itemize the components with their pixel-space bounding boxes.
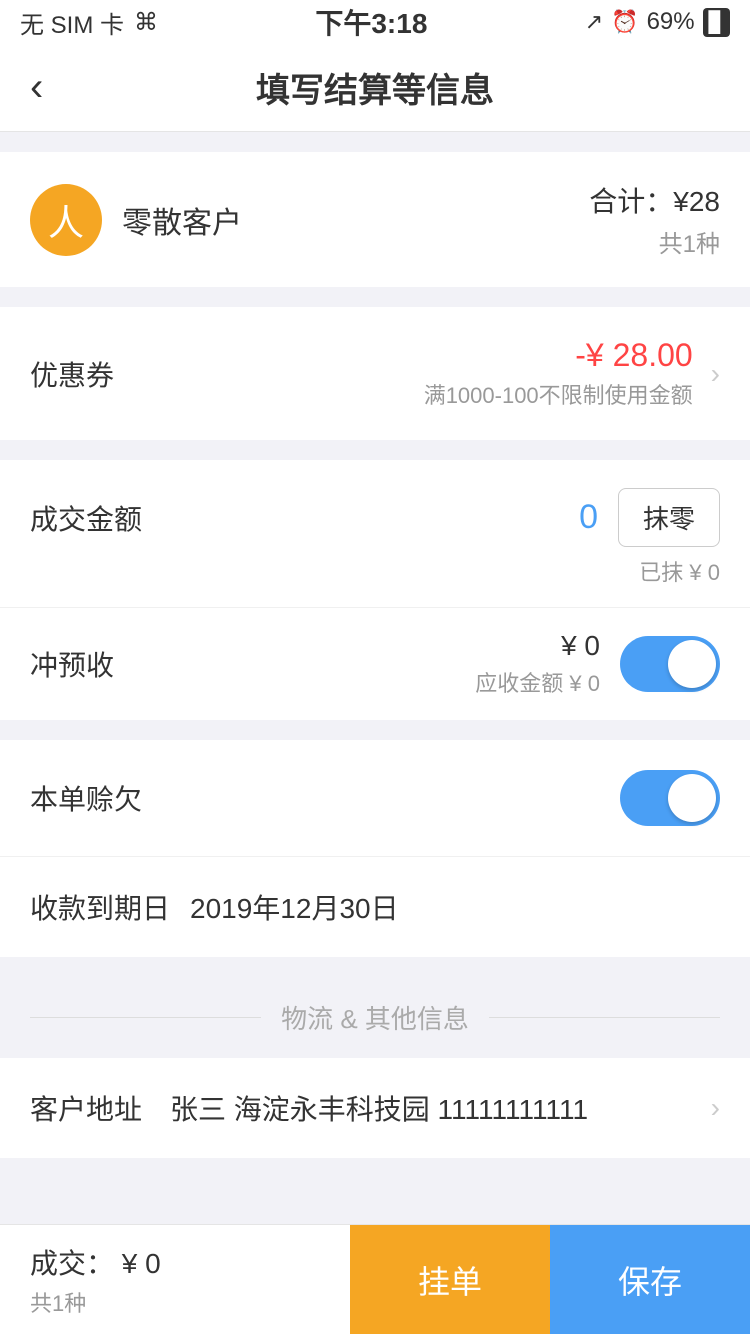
amount-row: 成交金额 0 抹零 [0, 460, 750, 555]
customer-name: 零散客户 [122, 198, 242, 242]
page-title: 填写结算等信息 [256, 63, 494, 112]
nav-bar: ‹ 填写结算等信息 [0, 44, 750, 132]
debt-label: 本单赊欠 [30, 778, 142, 818]
customer-total: 合计：¥28 共1种 [589, 180, 720, 259]
customer-row: 人 零散客户 合计：¥28 共1种 [0, 152, 750, 287]
debt-toggle-knob [668, 774, 716, 822]
amount-right: 0 抹零 [579, 488, 720, 547]
duedate-label: 收款到期日 [30, 887, 170, 927]
prepay-right: ¥ 0 应收金额 ¥ 0 [475, 630, 720, 698]
debt-section: 本单赊欠 收款到期日 2019年12月30日 [0, 740, 750, 957]
duedate-row: 收款到期日 2019年12月30日 [0, 857, 750, 957]
round-off-button[interactable]: 抹零 [618, 488, 720, 547]
customer-info: 人 零散客户 [30, 184, 242, 256]
carrier-text: 无 SIM 卡 [20, 5, 124, 40]
total-count: 共1种 [589, 224, 720, 259]
address-value: 张三 海淀永丰科技园 11111111111 [150, 1088, 703, 1128]
status-bar: 无 SIM 卡 ⌘ 下午3:18 ↗ ⏰ 69% ▊ [0, 0, 750, 44]
prepay-row: 冲预收 ¥ 0 应收金额 ¥ 0 [0, 608, 750, 720]
amount-sub-label: 已抹 ¥ 0 [0, 555, 750, 607]
logistics-divider-section: 物流 & 其他信息 [0, 977, 750, 1058]
bottom-bar: 成交： ¥ 0 共1种 挂单 保存 [0, 1224, 750, 1334]
bottom-summary: 成交： ¥ 0 共1种 [0, 1225, 350, 1334]
toggle-knob [668, 640, 716, 688]
battery-icon: ▊ [703, 8, 730, 37]
divider-line-right [489, 1017, 720, 1018]
status-right: ↗ ⏰ 69% ▊ [585, 8, 730, 37]
customer-section: 人 零散客户 合计：¥28 共1种 [0, 152, 750, 287]
status-left: 无 SIM 卡 ⌘ [20, 5, 158, 40]
wifi-icon: ⌘ [134, 8, 158, 37]
bottom-count: 共1种 [30, 1286, 320, 1318]
bottom-deal-label: 成交： [30, 1248, 114, 1279]
duedate-value: 2019年12月30日 [190, 887, 399, 927]
amount-label: 成交金额 [30, 498, 142, 538]
debt-toggle[interactable] [620, 770, 720, 826]
address-row[interactable]: 客户地址 张三 海淀永丰科技园 11111111111 › [0, 1058, 750, 1158]
total-amount: 合计：¥28 [589, 180, 720, 220]
prepay-label: 冲预收 [30, 644, 114, 684]
bottom-deal-row: 成交： ¥ 0 [30, 1242, 320, 1282]
coupon-desc: 满1000-100不限制使用金额 [424, 378, 693, 410]
coupon-label: 优惠券 [30, 354, 114, 394]
location-icon: ↗ [585, 9, 603, 35]
logistics-label: 物流 & 其他信息 [281, 999, 469, 1036]
divider-line-left [30, 1017, 261, 1018]
amount-value: 0 [579, 498, 598, 537]
bottom-deal-amount: ¥ 0 [122, 1248, 161, 1279]
address-label: 客户地址 [30, 1088, 150, 1128]
prepay-sub-amount: 应收金额 ¥ 0 [475, 666, 600, 698]
chevron-right-icon: › [711, 358, 720, 390]
status-time: 下午3:18 [315, 2, 427, 42]
back-button[interactable]: ‹ [30, 65, 43, 110]
coupon-right: -¥ 28.00 满1000-100不限制使用金额 › [424, 337, 720, 410]
alarm-icon: ⏰ [611, 9, 638, 35]
debt-row: 本单赊欠 [0, 740, 750, 856]
prepay-amounts: ¥ 0 应收金额 ¥ 0 [475, 630, 600, 698]
coupon-section[interactable]: 优惠券 -¥ 28.00 满1000-100不限制使用金额 › [0, 307, 750, 440]
prepay-main-amount: ¥ 0 [475, 630, 600, 662]
coupon-row[interactable]: 优惠券 -¥ 28.00 满1000-100不限制使用金额 › [0, 307, 750, 440]
save-button[interactable]: 保存 [550, 1225, 750, 1334]
pending-button[interactable]: 挂单 [350, 1225, 550, 1334]
address-chevron-icon: › [711, 1092, 720, 1124]
coupon-value-wrapper: -¥ 28.00 满1000-100不限制使用金额 [424, 337, 693, 410]
address-section[interactable]: 客户地址 张三 海淀永丰科技园 11111111111 › [0, 1058, 750, 1158]
avatar: 人 [30, 184, 102, 256]
transaction-section: 成交金额 0 抹零 已抹 ¥ 0 冲预收 ¥ 0 应收金额 ¥ 0 [0, 460, 750, 720]
prepay-toggle[interactable] [620, 636, 720, 692]
coupon-amount: -¥ 28.00 [424, 337, 693, 374]
battery-text: 69% [647, 8, 695, 36]
